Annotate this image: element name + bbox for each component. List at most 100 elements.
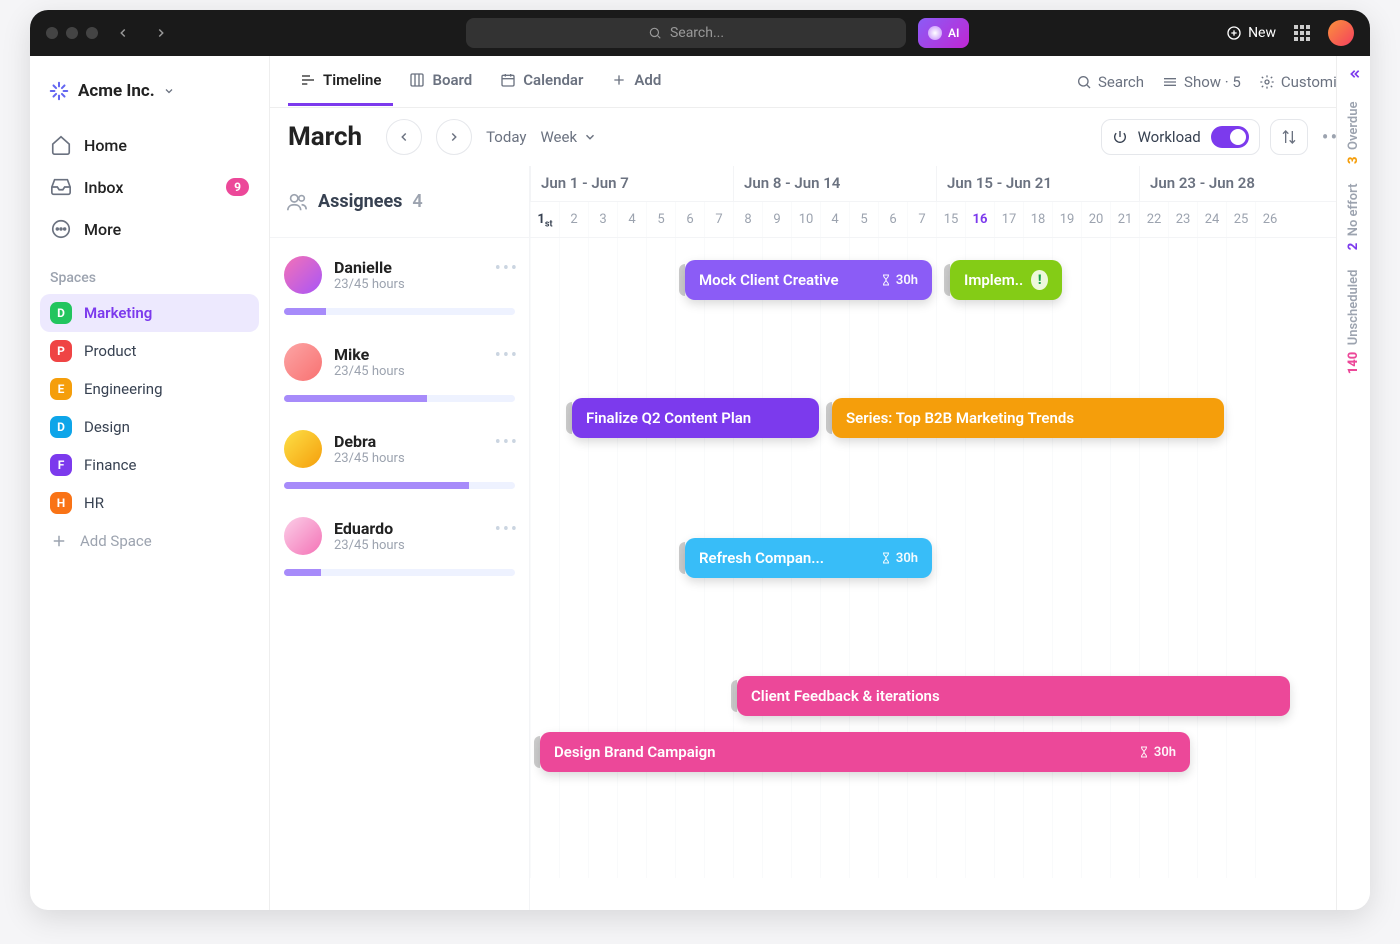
chevron-down-icon xyxy=(583,130,597,144)
day-cell: 17 xyxy=(994,202,1023,237)
search-icon xyxy=(1076,74,1092,90)
tab-calendar[interactable]: Calendar xyxy=(488,57,595,106)
rail-unscheduled[interactable]: 140Unscheduled xyxy=(1346,270,1361,374)
day-cell: 18 xyxy=(1023,202,1052,237)
chevron-left-icon xyxy=(397,130,411,144)
rail-no-effort[interactable]: 2No effort xyxy=(1346,184,1361,250)
new-button[interactable]: New xyxy=(1226,25,1276,41)
tab-add-view[interactable]: Add xyxy=(599,57,673,106)
ai-button[interactable]: AI xyxy=(918,18,969,48)
assignee-row[interactable]: Eduardo23/45 hours••• xyxy=(270,499,529,586)
prev-period-button[interactable] xyxy=(386,119,422,155)
nav-home[interactable]: Home xyxy=(40,124,259,166)
task-bar[interactable]: Implem..! xyxy=(950,260,1062,300)
assignee-more-button[interactable]: ••• xyxy=(495,519,519,540)
task-bar[interactable]: Client Feedback & iterations xyxy=(737,676,1290,716)
sidebar-space-hr[interactable]: HHR xyxy=(40,484,259,522)
toggle-switch[interactable] xyxy=(1211,126,1249,148)
day-cell: 15 xyxy=(936,202,965,237)
workload-toggle[interactable]: Workload xyxy=(1101,119,1260,155)
space-badge-icon: H xyxy=(50,492,72,514)
assignees-label: Assignees xyxy=(318,191,402,212)
nav-more[interactable]: More xyxy=(40,208,259,250)
assignee-more-button[interactable]: ••• xyxy=(495,258,519,279)
space-label: Design xyxy=(84,418,130,436)
assignee-row[interactable]: Danielle23/45 hours••• xyxy=(270,238,529,325)
sidebar-space-marketing[interactable]: DMarketing xyxy=(40,294,259,332)
show-button[interactable]: Show · 5 xyxy=(1162,73,1241,91)
assignee-more-button[interactable]: ••• xyxy=(495,432,519,453)
sidebar-space-product[interactable]: P Product xyxy=(40,332,259,370)
day-cell: 22 xyxy=(1139,202,1168,237)
task-label: Design Brand Campaign xyxy=(554,743,716,761)
timeline-grid[interactable]: Jun 1 - Jun 7Jun 8 - Jun 14Jun 15 - Jun … xyxy=(530,166,1370,910)
task-label: Client Feedback & iterations xyxy=(751,687,940,705)
task-estimate: 30h xyxy=(880,273,918,288)
tab-board[interactable]: Board xyxy=(397,57,484,106)
task-bar[interactable]: Refresh Compan...30h xyxy=(685,538,932,578)
day-cell: 26 xyxy=(1255,202,1284,237)
calendar-icon xyxy=(500,72,516,88)
day-cell: 1st xyxy=(530,202,559,237)
nav-forward-button[interactable] xyxy=(148,20,174,46)
task-label: Implem.. xyxy=(964,271,1023,289)
gear-icon xyxy=(1259,74,1275,90)
user-avatar[interactable] xyxy=(1328,20,1354,46)
sort-button[interactable] xyxy=(1270,119,1308,155)
task-label: Refresh Compan... xyxy=(699,549,824,567)
task-bar[interactable]: Design Brand Campaign30h xyxy=(540,732,1190,772)
task-label: Mock Client Creative xyxy=(699,271,839,289)
next-period-button[interactable] xyxy=(436,119,472,155)
assignee-avatar xyxy=(284,430,322,468)
global-search[interactable]: Search... xyxy=(466,18,906,48)
more-icon xyxy=(50,218,72,240)
assignee-row[interactable]: Mike23/45 hours••• xyxy=(270,325,529,412)
nav-inbox[interactable]: Inbox9 xyxy=(40,166,259,208)
day-cell: 6 xyxy=(878,202,907,237)
space-badge-icon: P xyxy=(50,340,72,362)
nav-back-button[interactable] xyxy=(110,20,136,46)
task-bar[interactable]: Mock Client Creative 30h xyxy=(685,260,932,300)
day-cell: 4 xyxy=(820,202,849,237)
workload-bar xyxy=(284,395,515,402)
apps-icon[interactable] xyxy=(1294,25,1310,41)
tab-timeline[interactable]: Timeline xyxy=(288,57,393,106)
spaces-label: Spaces xyxy=(50,270,259,286)
day-cell: 5 xyxy=(849,202,878,237)
assignee-avatar xyxy=(284,517,322,555)
view-search-button[interactable]: Search xyxy=(1076,73,1144,91)
today-button[interactable]: Today xyxy=(486,128,526,146)
assignee-name: Mike xyxy=(334,345,405,364)
board-icon xyxy=(409,72,425,88)
titlebar: Search... AI New xyxy=(30,10,1370,56)
workload-bar xyxy=(284,308,515,315)
assignee-hours: 23/45 hours xyxy=(334,277,405,292)
timeline-icon xyxy=(300,72,316,88)
space-label: Product xyxy=(84,342,136,360)
assignee-row[interactable]: Debra23/45 hours••• xyxy=(270,412,529,499)
task-bar[interactable]: Series: Top B2B Marketing Trends xyxy=(832,398,1224,438)
task-bar[interactable]: Finalize Q2 Content Plan xyxy=(572,398,819,438)
week-header: Jun 1 - Jun 7 xyxy=(530,166,733,201)
day-cell: 9 xyxy=(762,202,791,237)
hourglass-icon xyxy=(1138,746,1150,758)
space-badge-icon: E xyxy=(50,378,72,400)
assignee-more-button[interactable]: ••• xyxy=(495,345,519,366)
hourglass-icon xyxy=(880,274,892,286)
workspace-selector[interactable]: Acme Inc. xyxy=(40,70,259,112)
view-tabs: Timeline Board Calendar Add Search Show … xyxy=(270,56,1370,108)
rail-overdue[interactable]: 3Overdue xyxy=(1346,102,1361,164)
sidebar-space-design[interactable]: DDesign xyxy=(40,408,259,446)
sidebar-space-finance[interactable]: FFinance xyxy=(40,446,259,484)
task-label: Finalize Q2 Content Plan xyxy=(586,409,751,427)
sidebar-space-engineering[interactable]: EEngineering xyxy=(40,370,259,408)
day-cell: 19 xyxy=(1052,202,1081,237)
collapse-rail-button[interactable] xyxy=(1346,66,1362,82)
day-cell: 16 xyxy=(965,202,994,237)
window-controls[interactable] xyxy=(46,27,98,39)
day-cell: 7 xyxy=(704,202,733,237)
range-dropdown[interactable]: Week xyxy=(540,128,597,146)
assignees-column: Assignees 4 Danielle23/45 hours•••Mike23… xyxy=(270,166,530,910)
assignees-count: 4 xyxy=(412,191,422,212)
add-space-button[interactable]: Add Space xyxy=(40,522,259,560)
